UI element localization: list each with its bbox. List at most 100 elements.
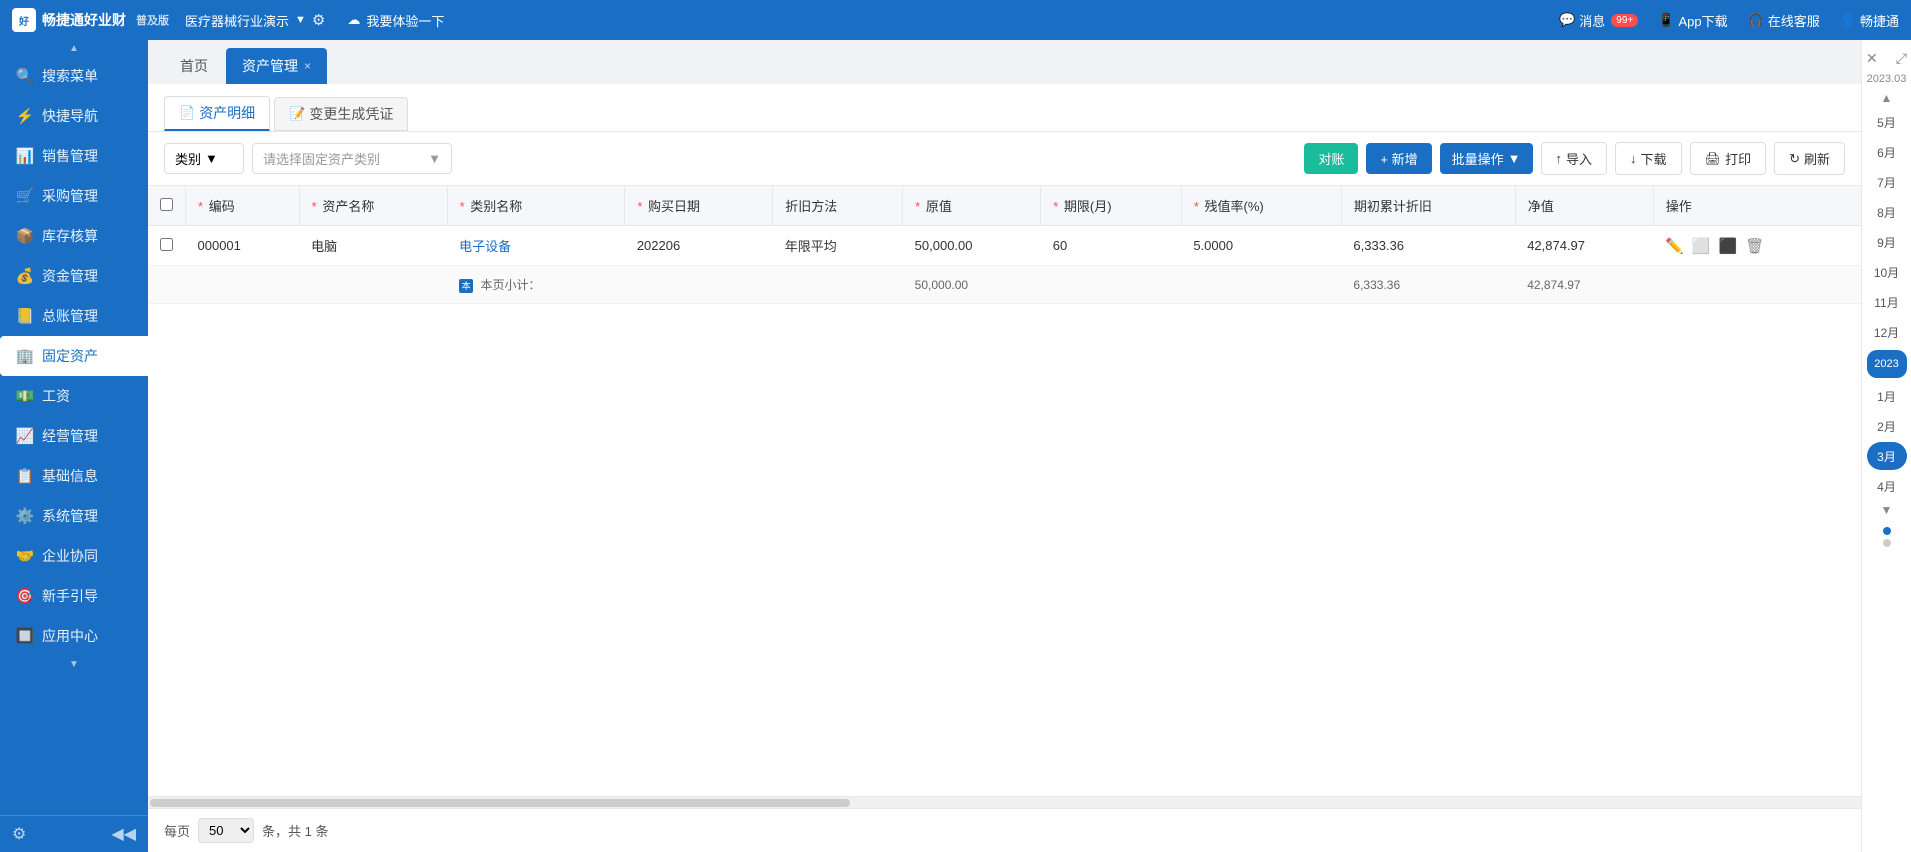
more-icon[interactable]: ⬛ — [1719, 237, 1738, 255]
sub-tab-asset-detail[interactable]: 📄 资产明细 — [164, 96, 270, 131]
subtotal-actions — [1653, 266, 1861, 304]
gear-icon[interactable]: ⚙ — [312, 11, 325, 29]
month-11[interactable]: 11月 — [1867, 288, 1907, 316]
sidebar-item-enterprise[interactable]: 🤝 企业协同 — [0, 536, 148, 576]
tab-asset-management[interactable]: 资产管理 × — [226, 48, 327, 84]
month-3[interactable]: 3月 — [1867, 442, 1907, 470]
select-all-checkbox[interactable] — [160, 198, 173, 211]
category-chevron-icon: ▼ — [205, 151, 218, 166]
copy-icon[interactable]: ⬜ — [1692, 237, 1711, 255]
scroll-dot[interactable] — [1883, 539, 1891, 547]
category-filter-select[interactable]: 类别 ▼ — [164, 143, 244, 174]
sub-tab-voucher-label: 变更生成凭证 — [309, 104, 393, 124]
sidebar-item-label: 工资 — [42, 386, 70, 406]
settings-bottom-icon[interactable]: ⚙ — [12, 824, 26, 844]
sidebar-item-operation[interactable]: 📈 经营管理 — [0, 416, 148, 456]
sidebar-item-guide[interactable]: 🎯 新手引导 — [0, 576, 148, 616]
sidebar-bottom: ⚙ ◀◀ — [0, 815, 148, 852]
company-selector[interactable]: 医疗器械行业演示 ▼ ⚙ ☁ 我要体验一下 — [185, 11, 1559, 30]
sidebar-item-fund[interactable]: 💰 资金管理 — [0, 256, 148, 296]
sidebar-item-app-center[interactable]: 🔲 应用中心 — [0, 616, 148, 656]
header-residual-rate: * 残值率(%) — [1181, 186, 1341, 226]
pagination-bar: 每页 50 100 200 条，共 1 条 — [148, 808, 1861, 852]
import-button[interactable]: ↑ 导入 — [1541, 142, 1608, 175]
tab-close-icon[interactable]: × — [304, 59, 311, 73]
subtotal-residual — [1181, 266, 1341, 304]
horizontal-scrollbar[interactable] — [148, 796, 1861, 808]
month-8[interactable]: 8月 — [1867, 198, 1907, 226]
app-logo: 好 畅捷通好业财 普及版 — [12, 8, 169, 32]
scrollbar-thumb[interactable] — [150, 799, 850, 807]
sidebar-item-label: 系统管理 — [42, 506, 98, 526]
per-page-select[interactable]: 50 100 200 — [198, 818, 254, 843]
collapse-icon[interactable]: ◀◀ — [111, 824, 136, 844]
batch-ops-label: 批量操作 — [1452, 149, 1504, 168]
subtotal-original-value: 50,000.00 — [903, 266, 1041, 304]
download-button[interactable]: ↓ 下载 — [1615, 142, 1682, 175]
edit-icon[interactable]: ✏️ — [1665, 237, 1684, 255]
sidebar-item-purchase[interactable]: 🛒 采购管理 — [0, 176, 148, 216]
sidebar-item-general-ledger[interactable]: 📒 总账管理 — [0, 296, 148, 336]
sidebar-item-inventory[interactable]: 📦 库存核算 — [0, 216, 148, 256]
experience-btn[interactable]: 我要体验一下 — [366, 11, 444, 30]
print-button[interactable]: 🖨 打印 — [1690, 142, 1767, 175]
scroll-dot-active[interactable] — [1883, 527, 1891, 535]
month-10[interactable]: 10月 — [1867, 258, 1907, 286]
sidebar-item-label: 搜索菜单 — [42, 66, 98, 86]
month-1[interactable]: 1月 — [1867, 382, 1907, 410]
sidebar-item-label: 库存核算 — [42, 226, 98, 246]
refresh-icon: ↻ — [1789, 151, 1800, 167]
batch-chevron-icon: ▼ — [1508, 151, 1521, 166]
message-item[interactable]: 💬 消息 99+ — [1559, 11, 1638, 30]
subtotal-period — [1041, 266, 1182, 304]
subtotal-name — [299, 266, 447, 304]
month-12[interactable]: 12月 — [1867, 318, 1907, 346]
row-checkbox[interactable] — [160, 238, 173, 251]
right-panel-up-nav[interactable]: ▲ — [1879, 89, 1895, 107]
chart-icon: 📊 — [16, 147, 34, 165]
sidebar-item-label: 销售管理 — [42, 146, 98, 166]
month-4[interactable]: 4月 — [1867, 472, 1907, 500]
online-service-item[interactable]: 🎧 在线客服 — [1748, 11, 1820, 30]
sidebar-item-salary[interactable]: 💵 工资 — [0, 376, 148, 416]
sidebar-item-quick-nav[interactable]: ⚡ 快捷导航 — [0, 96, 148, 136]
sidebar-scroll-down[interactable]: ▼ — [0, 656, 148, 672]
delete-icon[interactable]: 🗑 — [1745, 237, 1764, 255]
user-item[interactable]: 👤 畅捷通 — [1840, 11, 1899, 30]
month-2[interactable]: 2月 — [1867, 412, 1907, 440]
sidebar-item-label: 资金管理 — [42, 266, 98, 286]
month-5[interactable]: 5月 — [1867, 108, 1907, 136]
year-2023-label: 2023 — [1867, 350, 1907, 378]
subtotal-net-value: 42,874.97 — [1515, 266, 1653, 304]
salary-icon: 💵 — [16, 387, 34, 405]
right-panel-expand-icon[interactable]: ⤢ — [1896, 50, 1907, 67]
sub-tabs: 📄 资产明细 📝 变更生成凭证 — [148, 84, 1861, 132]
refresh-button[interactable]: ↻ 刷新 — [1774, 142, 1845, 175]
month-6[interactable]: 6月 — [1867, 138, 1907, 166]
tabs-bar: 首页 资产管理 × — [148, 40, 1861, 84]
subtotal-code — [186, 266, 300, 304]
print-icon: 🖨 — [1705, 151, 1722, 167]
month-9[interactable]: 9月 — [1867, 228, 1907, 256]
batch-ops-button[interactable]: 批量操作 ▼ — [1440, 143, 1533, 174]
header-original-value: * 原值 — [903, 186, 1041, 226]
category-input[interactable]: 请选择固定资产类别 ▼ — [252, 143, 452, 174]
sidebar-item-system[interactable]: ⚙️ 系统管理 — [0, 496, 148, 536]
sidebar-scroll-up[interactable]: ▲ — [0, 40, 148, 56]
sidebar-item-basic-info[interactable]: 📋 基础信息 — [0, 456, 148, 496]
download-label: 下载 — [1641, 149, 1667, 168]
sidebar-item-search[interactable]: 🔍 搜索菜单 — [0, 56, 148, 96]
reconcile-button[interactable]: 对账 — [1304, 143, 1358, 174]
right-panel-close-icon[interactable]: ✕ — [1866, 50, 1878, 67]
add-new-button[interactable]: + 新增 — [1366, 143, 1431, 174]
tab-home[interactable]: 首页 — [164, 48, 224, 84]
month-7[interactable]: 7月 — [1867, 168, 1907, 196]
ledger-icon: 📒 — [16, 307, 34, 325]
company-chevron-icon[interactable]: ▼ — [295, 14, 306, 26]
right-panel-down-nav[interactable]: ▼ — [1879, 501, 1895, 519]
sub-tab-voucher[interactable]: 📝 变更生成凭证 — [274, 97, 408, 131]
sidebar-item-fixed-assets[interactable]: 🏢 固定资产 — [0, 336, 148, 376]
app-download-item[interactable]: 📱 App下载 — [1658, 11, 1727, 30]
import-icon: ↑ — [1556, 151, 1563, 166]
sidebar-item-sales[interactable]: 📊 销售管理 — [0, 136, 148, 176]
